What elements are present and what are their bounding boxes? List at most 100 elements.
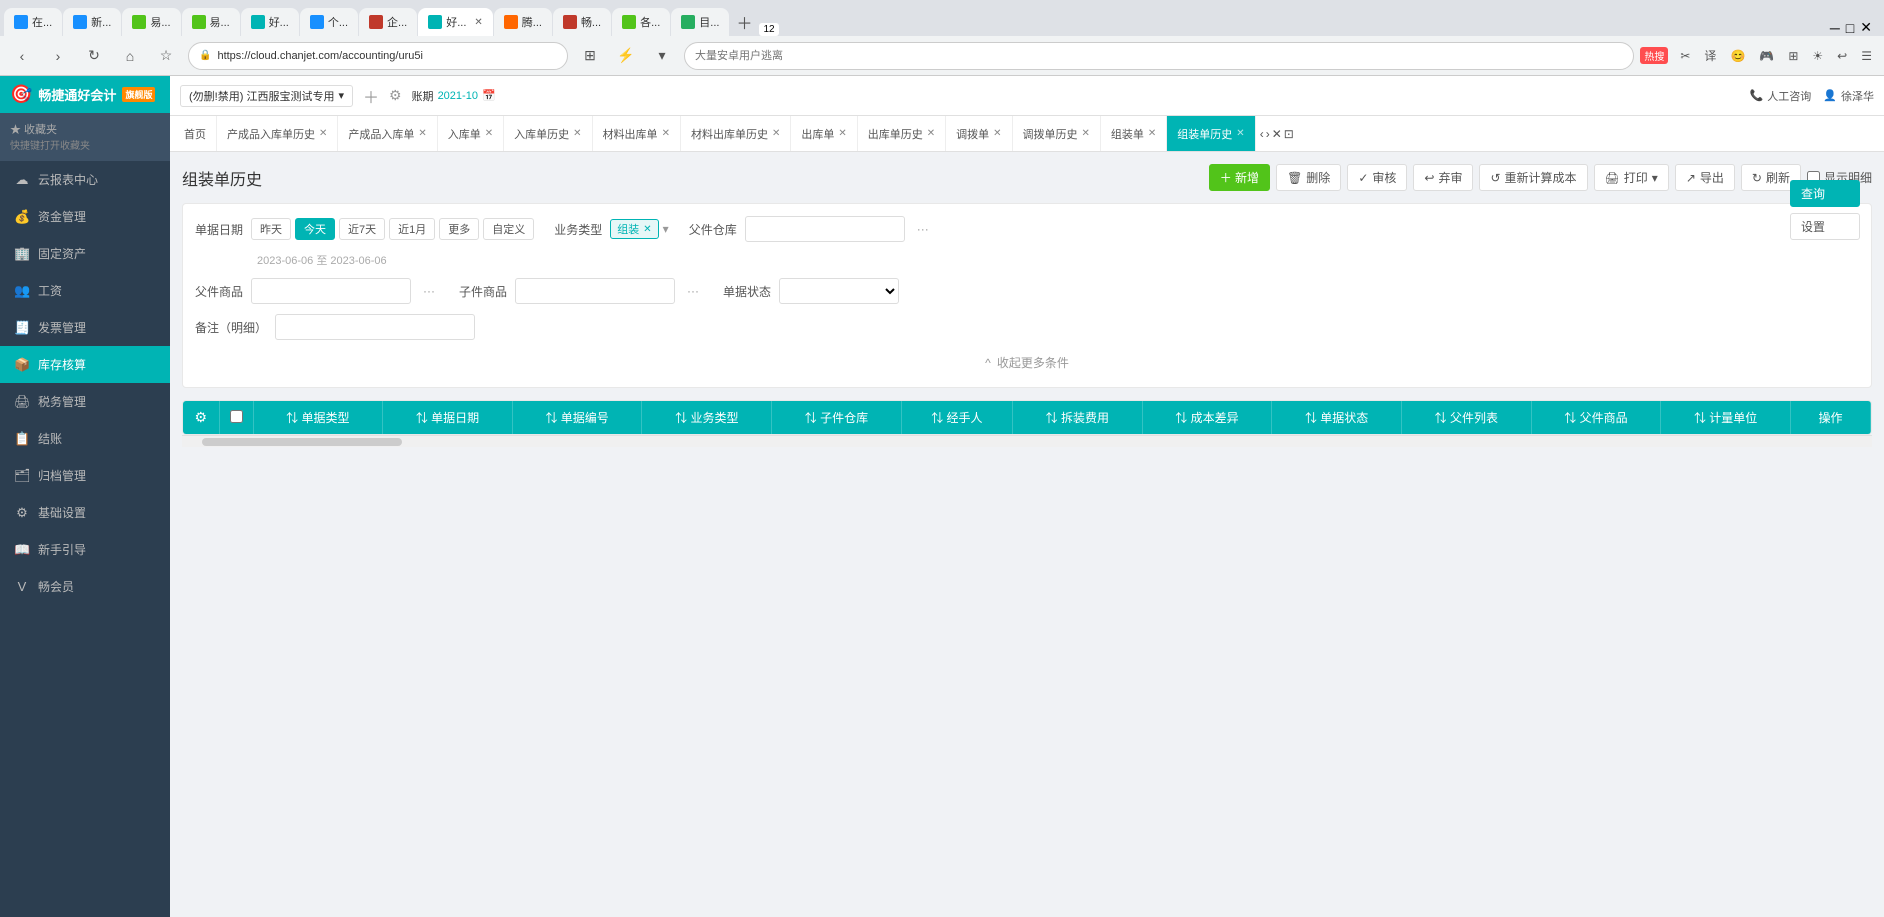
- tab-t9[interactable]: 腾...: [494, 8, 552, 36]
- tab-t7[interactable]: 企...: [359, 8, 417, 36]
- col-disassemble-fee[interactable]: ⇅ 拆装费用: [1012, 401, 1142, 434]
- col-unit[interactable]: ⇅ 计量单位: [1661, 401, 1791, 434]
- tab-close-icon[interactable]: ✕: [927, 128, 935, 139]
- home-button[interactable]: ⌂: [116, 42, 144, 70]
- today-btn[interactable]: 今天: [295, 218, 335, 240]
- col-number[interactable]: ⇅ 单据编号: [512, 401, 642, 434]
- tab-close-icon[interactable]: ✕: [993, 128, 1001, 139]
- company-select[interactable]: (勿删!禁用) 江西服宝测试专用 ▾: [180, 85, 353, 107]
- nav-tab-assembly-history[interactable]: 组装单历史 ✕: [1167, 116, 1255, 152]
- nav-tab-transfer-history[interactable]: 调拨单历史 ✕: [1013, 116, 1101, 152]
- forward-button[interactable]: ›: [44, 42, 72, 70]
- nav-right-arrow[interactable]: ›: [1266, 127, 1270, 141]
- sidebar-item-archive[interactable]: 🗂 归档管理: [0, 457, 170, 494]
- url-box[interactable]: 🔒 https://cloud.chanjet.com/accounting/u…: [188, 42, 568, 70]
- sidebar-item-invoice[interactable]: 🧾 发票管理: [0, 309, 170, 346]
- nav-tab-inbound-history[interactable]: 入库单历史 ✕: [504, 116, 592, 152]
- month-btn[interactable]: 近1月: [389, 218, 435, 240]
- sidebar-item-settings[interactable]: ⚙ 基础设置: [0, 494, 170, 531]
- qr-button[interactable]: ⊞: [576, 42, 604, 70]
- menu-icon[interactable]: ☰: [1857, 47, 1876, 65]
- scroll-thumb[interactable]: [202, 438, 402, 446]
- add-company-icon[interactable]: ＋: [363, 84, 379, 108]
- tab-close-icon[interactable]: ✕: [662, 128, 670, 139]
- undo-icon[interactable]: ↩: [1833, 47, 1851, 65]
- nav-tab-prod-inbound-history[interactable]: 产成品入库单历史 ✕: [217, 116, 338, 152]
- parent-goods-ellipsis[interactable]: ···: [419, 284, 439, 298]
- sidebar-item-checkout[interactable]: 📋 结账: [0, 420, 170, 457]
- tab-t2[interactable]: 新...: [63, 8, 121, 36]
- tab-t1[interactable]: 在...: [4, 8, 62, 36]
- tab-t4[interactable]: 易...: [182, 8, 240, 36]
- lightning-button[interactable]: ⚡: [612, 42, 640, 70]
- new-button[interactable]: ＋ 新增: [1209, 164, 1270, 191]
- tab-close-icon[interactable]: ✕: [485, 128, 493, 139]
- nav-close-all[interactable]: ✕: [1272, 127, 1282, 141]
- child-goods-input[interactable]: [515, 278, 675, 304]
- delete-button[interactable]: 🗑 删除: [1276, 164, 1341, 191]
- bookmark-button[interactable]: ☆: [152, 42, 180, 70]
- calendar-icon[interactable]: 📅: [482, 89, 496, 102]
- parent-warehouse-input[interactable]: [745, 216, 905, 242]
- biz-type-dropdown-icon[interactable]: ▾: [663, 222, 669, 236]
- search-input[interactable]: [684, 42, 1634, 70]
- review-button[interactable]: ✓ 审核: [1347, 164, 1407, 191]
- nav-tab-assembly[interactable]: 组装单 ✕: [1101, 116, 1167, 152]
- scissors-icon[interactable]: ✂: [1676, 47, 1694, 65]
- back-button[interactable]: ‹: [8, 42, 36, 70]
- tab-add-button[interactable]: ＋: [730, 8, 758, 36]
- maximize-button[interactable]: □: [1846, 20, 1854, 36]
- tab-close-icon[interactable]: ✕: [474, 17, 482, 28]
- sidebar-item-cloud-reports[interactable]: ☁ 云报表中心: [0, 161, 170, 198]
- col-cost-diff[interactable]: ⇅ 成本差异: [1142, 401, 1272, 434]
- parent-warehouse-ellipsis[interactable]: ···: [913, 222, 933, 236]
- col-date[interactable]: ⇅ 单据日期: [383, 401, 513, 434]
- customer-service-button[interactable]: 📞 人工咨询: [1750, 88, 1812, 104]
- setting-button[interactable]: 设置: [1790, 213, 1860, 240]
- nav-left-arrow[interactable]: ‹: [1260, 127, 1264, 141]
- nav-tab-transfer[interactable]: 调拨单 ✕: [946, 116, 1012, 152]
- tab-t11[interactable]: 各...: [612, 8, 670, 36]
- recalculate-button[interactable]: ↺ 重新计算成本: [1479, 164, 1587, 191]
- sidebar-item-payroll[interactable]: 👥 工资: [0, 272, 170, 309]
- sidebar-item-guide[interactable]: 📖 新手引导: [0, 531, 170, 568]
- custom-btn[interactable]: 自定义: [483, 218, 534, 240]
- grid-icon[interactable]: ⊞: [1784, 47, 1802, 65]
- nav-tab-prod-inbound[interactable]: 产成品入库单 ✕: [338, 116, 437, 152]
- col-handler[interactable]: ⇅ 经手人: [901, 401, 1012, 434]
- tab-t3[interactable]: 易...: [122, 8, 180, 36]
- nav-tab-home[interactable]: 首页: [174, 116, 217, 152]
- week-btn[interactable]: 近7天: [339, 218, 385, 240]
- sidebar-item-inventory[interactable]: 📦 库存核算: [0, 346, 170, 383]
- translate-icon[interactable]: 译: [1700, 45, 1720, 66]
- select-all-checkbox[interactable]: [230, 410, 243, 423]
- sidebar-item-fixed-assets[interactable]: 🏢 固定资产: [0, 235, 170, 272]
- tab-close-icon[interactable]: ✕: [418, 128, 426, 139]
- sidebar-item-fund[interactable]: 💰 资金管理: [0, 198, 170, 235]
- tab-t12[interactable]: 目...: [671, 8, 729, 36]
- col-bill-status[interactable]: ⇅ 单据状态: [1272, 401, 1402, 434]
- table-settings-icon[interactable]: ⚙: [194, 409, 207, 425]
- col-biz-type[interactable]: ⇅ 业务类型: [642, 401, 772, 434]
- col-type[interactable]: ⇅ 单据类型: [253, 401, 383, 434]
- export-button[interactable]: ↗ 导出: [1675, 164, 1735, 191]
- sidebar-bookmark[interactable]: ★ 收藏夹 快捷键打开收藏夹: [0, 113, 170, 160]
- tab-t6[interactable]: 个...: [300, 8, 358, 36]
- child-goods-ellipsis[interactable]: ···: [683, 284, 703, 298]
- nav-tab-material-outbound-history[interactable]: 材料出库单历史 ✕: [681, 116, 791, 152]
- table-checkbox-th[interactable]: [219, 401, 253, 434]
- nav-more-icon[interactable]: ⊡: [1284, 127, 1294, 141]
- settings-gear-icon[interactable]: ⚙: [389, 87, 402, 104]
- nav-tab-inbound[interactable]: 入库单 ✕: [438, 116, 504, 152]
- emoji-icon[interactable]: 😊: [1726, 47, 1749, 65]
- refresh-button[interactable]: ↻: [80, 42, 108, 70]
- bill-status-select[interactable]: [779, 278, 899, 304]
- col-child-warehouse[interactable]: ⇅ 子件仓库: [772, 401, 902, 434]
- horizontal-scrollbar[interactable]: [182, 435, 1872, 447]
- nav-tab-material-outbound[interactable]: 材料出库单 ✕: [593, 116, 681, 152]
- search-button[interactable]: 查询: [1790, 180, 1860, 207]
- tab-t5[interactable]: 好...: [241, 8, 299, 36]
- minimize-button[interactable]: ─: [1830, 20, 1840, 36]
- tab-close-icon[interactable]: ✕: [1236, 128, 1244, 139]
- sun-icon[interactable]: ☀: [1808, 47, 1827, 65]
